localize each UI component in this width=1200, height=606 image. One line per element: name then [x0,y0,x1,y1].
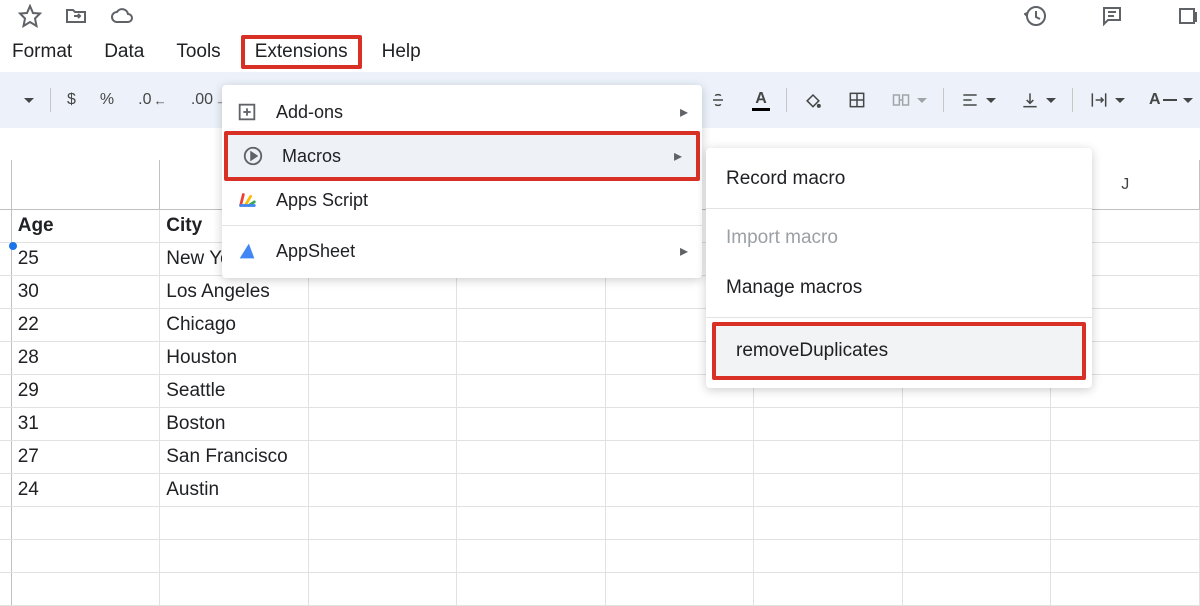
header-cell-age[interactable]: Age [12,210,161,242]
menu-separator [706,317,1092,318]
menu-item-apps-script[interactable]: Apps Script [222,179,702,221]
table-row: 27San Francisco [0,441,1200,474]
merge-cells-button[interactable] [883,84,935,116]
macros-submenu: Record macro Import macro Manage macros … [706,148,1092,388]
addons-icon [236,101,258,123]
text-rotation-button[interactable]: A [1141,85,1200,115]
menu-item-label: Macros [282,146,656,167]
present-icon[interactable] [1176,4,1200,28]
menu-extensions[interactable]: Extensions [241,35,362,69]
decrease-decimals[interactable]: .0← [130,85,175,115]
strikethrough-button[interactable] [700,84,736,116]
borders-button[interactable] [839,84,875,116]
menu-format[interactable]: Format [0,37,84,67]
menu-item-addons[interactable]: Add-ons ▸ [222,91,702,133]
submenu-arrow-icon: ▸ [674,146,682,166]
history-icon[interactable] [1024,4,1048,28]
col-header-b[interactable] [12,160,161,209]
separator [1072,88,1073,112]
menu-item-label: AppSheet [276,241,662,262]
text-wrap-button[interactable] [1081,84,1133,116]
star-icon[interactable] [18,4,42,28]
submenu-record-macro[interactable]: Record macro [706,154,1092,204]
menu-help[interactable]: Help [370,37,433,67]
appsheet-icon [236,240,258,262]
macros-icon [242,145,264,167]
text-color-button[interactable]: A [744,84,778,117]
menu-data[interactable]: Data [92,37,156,67]
table-row: 31Boston [0,408,1200,441]
comment-icon[interactable] [1100,4,1124,28]
menu-item-label: Apps Script [276,190,688,211]
menu-tools[interactable]: Tools [164,37,232,67]
submenu-removeduplicates[interactable]: removeDuplicates [716,326,1082,376]
cloud-status-icon[interactable] [110,4,134,28]
submenu-import-macro: Import macro [706,213,1092,263]
format-currency[interactable]: $ [59,85,84,115]
selection-handle[interactable] [9,242,17,250]
extensions-menu: Add-ons ▸ Macros ▸ Apps Script AppSheet … [222,85,702,278]
table-row: 24Austin [0,474,1200,507]
table-row [0,540,1200,573]
v-align-button[interactable] [1012,84,1064,116]
menu-item-appsheet[interactable]: AppSheet ▸ [222,230,702,272]
format-percent[interactable]: % [92,85,122,115]
table-row [0,507,1200,540]
move-folder-icon[interactable] [64,4,88,28]
more-formats-dropdown[interactable] [12,92,42,109]
apps-script-icon [236,189,258,211]
separator [50,88,51,112]
menubar: Format Data Tools Extensions Help [0,32,1200,72]
submenu-arrow-icon: ▸ [680,241,688,261]
submenu-manage-macros[interactable]: Manage macros [706,263,1092,313]
menu-separator [222,225,702,226]
separator [786,88,787,112]
submenu-arrow-icon: ▸ [680,102,688,122]
h-align-button[interactable] [952,84,1004,116]
table-row [0,573,1200,606]
menu-item-macros[interactable]: Macros ▸ [228,135,696,177]
quick-icon-strip [0,0,1200,32]
separator [943,88,944,112]
menu-item-label: Add-ons [276,102,662,123]
fill-color-button[interactable] [795,84,831,116]
menu-separator [706,208,1092,209]
